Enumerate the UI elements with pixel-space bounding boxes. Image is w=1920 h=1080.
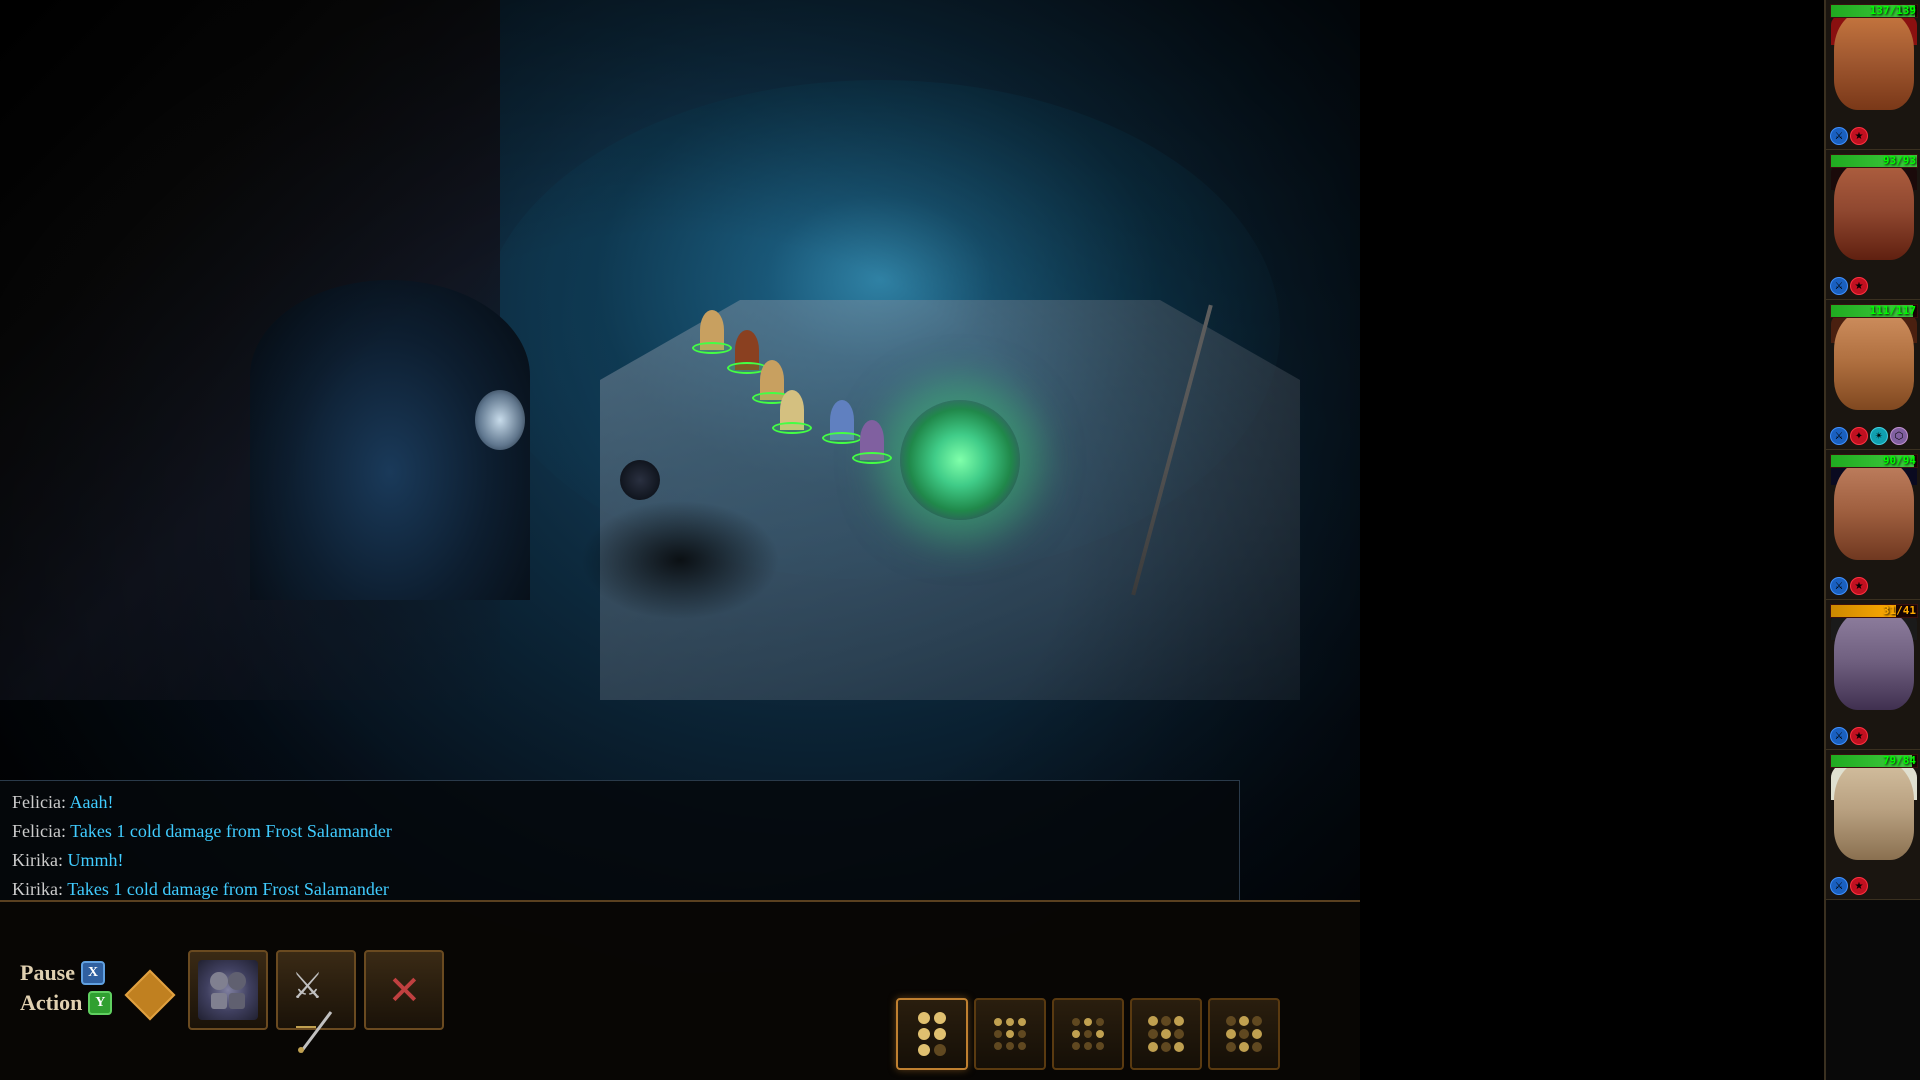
pause-control: Pause X: [20, 960, 112, 986]
ability-slot-2[interactable]: [974, 998, 1046, 1070]
portrait-icons-4: ⚔ ★: [1830, 577, 1868, 595]
ability-slot-3[interactable]: [1052, 998, 1124, 1070]
portrait-icons-3: ⚔ ✦ ✴ ⬡: [1830, 427, 1908, 445]
orb-pedestal: [900, 400, 1020, 520]
icon-status-4: ★: [1850, 577, 1868, 595]
portrait-slot-1[interactable]: 137 137/139 ⚔ ★: [1826, 0, 1920, 150]
character-1: [700, 310, 724, 350]
portrait-face-6: [1834, 760, 1914, 860]
log-line-2: Felicia: Takes 1 cold damage from Frost …: [12, 818, 1227, 845]
combat-log: Felicia: Aaah! Felicia: Takes 1 cold dam…: [0, 780, 1240, 900]
portrait-face-2: [1834, 160, 1914, 260]
pause-label: Pause: [20, 960, 75, 986]
log-line-4: Kirika: Takes 1 cold damage from Frost S…: [12, 876, 1227, 903]
character-6: [860, 420, 884, 460]
game-viewport: Felicia: Aaah! Felicia: Takes 1 cold dam…: [0, 0, 1920, 1080]
portrait-face-1: [1834, 10, 1914, 110]
icon-sword-5: ⚔: [1830, 727, 1848, 745]
attack-button[interactable]: [276, 950, 356, 1030]
portrait-icons-5: ⚔ ★: [1830, 727, 1868, 745]
hp-text-5-full: 31/41: [1883, 604, 1916, 617]
icon-sword-6: ⚔: [1830, 877, 1848, 895]
icon-status-1: ★: [1850, 127, 1868, 145]
icon-sword-2: ⚔: [1830, 277, 1848, 295]
pause-badge[interactable]: X: [81, 961, 105, 985]
bottom-hud: Pause X Action Y: [0, 900, 1360, 1080]
portrait-slot-3[interactable]: 111/117 ⚔ ✦ ✴ ⬡: [1826, 300, 1920, 450]
log-name-3: Kirika:: [12, 850, 63, 870]
portrait-face-4: [1834, 460, 1914, 560]
character-2: [735, 330, 759, 370]
log-name-4: Kirika:: [12, 879, 63, 899]
log-action-4: Takes 1 cold damage from Frost Salamande…: [67, 879, 389, 899]
x-icon: ✕: [388, 967, 422, 1014]
character-3: [760, 360, 784, 400]
icon-status-6: ★: [1850, 877, 1868, 895]
icon-status-5: ★: [1850, 727, 1868, 745]
log-action-3: Ummh!: [68, 850, 124, 870]
hp-text-6-full: 79/84: [1883, 754, 1916, 767]
action-control: Action Y: [20, 990, 112, 1016]
cancel-button[interactable]: ✕: [364, 950, 444, 1030]
portrait-slot-5[interactable]: 31/41 ⚔ ★: [1826, 600, 1920, 750]
icon-sword-1: ⚔: [1830, 127, 1848, 145]
ability-slot-5[interactable]: [1208, 998, 1280, 1070]
log-line-1: Felicia: Aaah!: [12, 789, 1227, 816]
party-button[interactable]: [188, 950, 268, 1030]
ability-1-icon: [918, 1012, 946, 1056]
icon-magic-3: ✴: [1870, 427, 1888, 445]
character-5: [830, 400, 854, 440]
ability-5-icon: [1226, 1016, 1262, 1052]
log-name-2: Felicia:: [12, 821, 66, 841]
character-4: [780, 390, 804, 430]
log-line-3: Kirika: Ummh!: [12, 847, 1227, 874]
action-buttons: ✕: [188, 950, 444, 1030]
log-name-1: Felicia:: [12, 792, 66, 812]
party-sidebar: 137 137/139 ⚔ ★ 93/93 ⚔ ★: [1824, 0, 1920, 1080]
pause-indicator-icon: [125, 970, 176, 1021]
icon-sword-4: ⚔: [1830, 577, 1848, 595]
portrait-slot-6[interactable]: 79/84 ⚔ ★: [1826, 750, 1920, 900]
portrait-icons-1: ⚔ ★: [1830, 127, 1868, 145]
icon-buff-3: ⬡: [1890, 427, 1908, 445]
portrait-icons-6: ⚔ ★: [1830, 877, 1868, 895]
portrait-slot-4[interactable]: 90/94 ⚔ ★: [1826, 450, 1920, 600]
portrait-face-3: [1834, 310, 1914, 410]
portrait-icons-2: ⚔ ★: [1830, 277, 1868, 295]
icon-sword-3: ⚔: [1830, 427, 1848, 445]
portrait-slot-2[interactable]: 93/93 ⚔ ★: [1826, 150, 1920, 300]
action-bar: Pause X Action Y: [0, 900, 1360, 1080]
ability-slot-1[interactable]: [896, 998, 968, 1070]
ability-3-icon: [1072, 1018, 1104, 1050]
shadow-blob: [580, 500, 780, 620]
icon-status-2: ★: [1850, 277, 1868, 295]
frost-creature: [475, 390, 525, 450]
action-badge[interactable]: Y: [88, 991, 112, 1015]
hp-text-4-full: 90/94: [1883, 454, 1916, 467]
pause-action-controls: Pause X Action Y: [20, 960, 112, 1020]
portrait-face-5: [1834, 610, 1914, 710]
log-action-1: Aaah!: [70, 792, 114, 812]
ability-4-icon: [1148, 1016, 1184, 1052]
ability-slot-4[interactable]: [1130, 998, 1202, 1070]
icon-status-3: ✦: [1850, 427, 1868, 445]
ability-2-icon: [994, 1018, 1026, 1050]
hp-text-1-full: 137/139: [1870, 4, 1916, 17]
hp-text-3-full: 111/117: [1870, 304, 1916, 317]
log-action-2: Takes 1 cold damage from Frost Salamande…: [70, 821, 392, 841]
ability-grid: [896, 998, 1280, 1070]
action-label: Action: [20, 990, 82, 1016]
hp-text-2-full: 93/93: [1883, 154, 1916, 167]
party-icon: [198, 960, 258, 1020]
sword-icon: [291, 965, 341, 1015]
dark-creature: [620, 460, 660, 500]
